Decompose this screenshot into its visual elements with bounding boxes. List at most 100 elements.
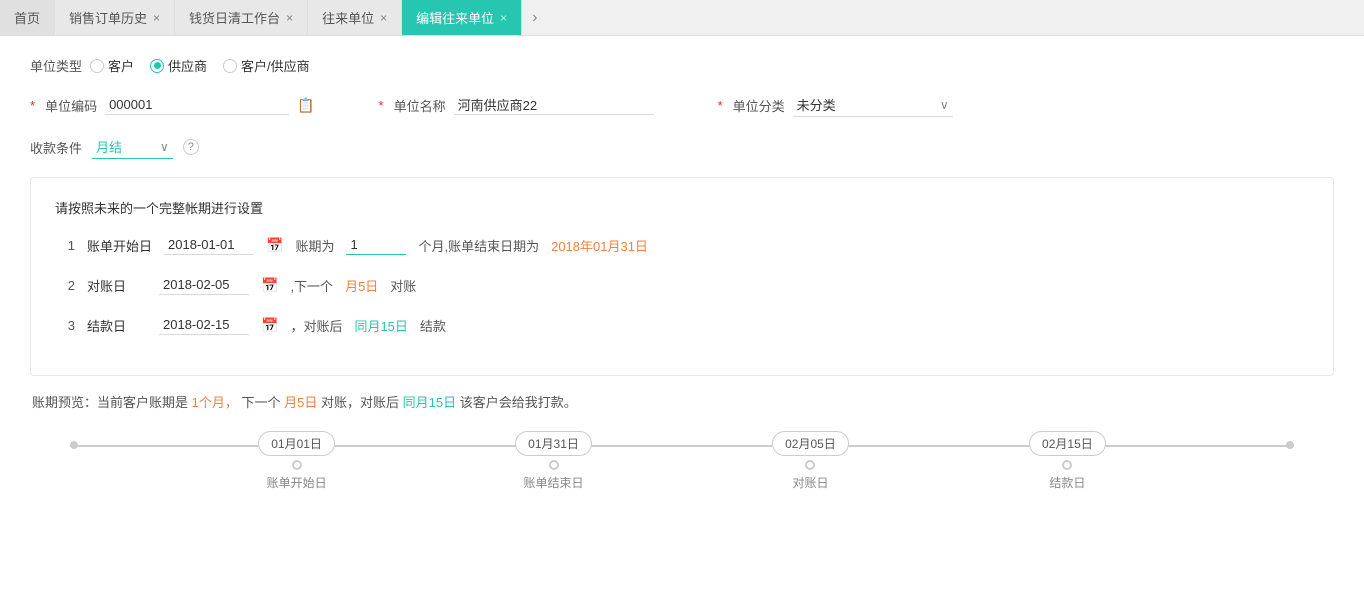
timeline-node-4-pill: 02月15日	[1029, 431, 1106, 456]
timeline-container: 01月01日 账单开始日 01月31日 账单结束日 02月05日 对账日	[30, 431, 1334, 531]
payment-help-icon[interactable]: ?	[183, 139, 199, 155]
tabs-more-button[interactable]: ›	[522, 0, 547, 35]
timeline-node-4: 02月15日 结款日	[1029, 431, 1106, 491]
tab-partner-unit-close[interactable]: ×	[380, 11, 387, 25]
period-row-3: 3 结款日 📅 ，对账后 同月15日 结款	[55, 315, 1309, 335]
help-icon-text: ?	[188, 141, 194, 153]
period-row-2-num: 2	[55, 278, 75, 293]
timeline-node-3-dot	[805, 460, 815, 470]
unit-type-field: 单位类型 客户 供应商 客户/供应商	[30, 56, 310, 75]
period-payment-date-input[interactable]	[159, 315, 249, 335]
radio-supplier-circle	[150, 59, 164, 73]
tabs-bar: 首页 销售订单历史 × 钱货日清工作台 × 往来单位 × 编辑往来单位 × ›	[0, 0, 1364, 36]
timeline-node-3-label: 对账日	[792, 474, 828, 491]
timeline-right-end	[1286, 441, 1294, 449]
tab-edit-partner-label: 编辑往来单位	[416, 8, 494, 27]
preview-month: 1个月，	[192, 395, 238, 410]
timeline-nodes: 01月01日 账单开始日 01月31日 账单结束日 02月05日 对账日	[70, 431, 1294, 491]
radio-customer-label: 客户	[108, 56, 134, 75]
payment-condition-label: 收款条件	[30, 138, 82, 157]
unit-category-required: *	[718, 98, 723, 113]
period-reconcile-calendar-icon[interactable]: 📅	[261, 277, 278, 294]
radio-customer[interactable]: 客户	[90, 56, 134, 75]
period-reconcile-date-input[interactable]	[159, 275, 249, 295]
unit-category-value: 未分类	[797, 95, 936, 114]
tab-cash-work[interactable]: 钱货日清工作台 ×	[175, 0, 308, 35]
period-row-2-post: 对账	[390, 276, 416, 295]
preview-text: 账期预览：当前客户账期是 1个月， 下一个 月5日 对账，对账后 同月15日 该…	[30, 392, 1334, 411]
payment-condition-value: 月结	[96, 137, 156, 156]
preview-reconcile-highlight: 月5日	[284, 395, 317, 410]
preview-payment-highlight: 同月15日	[403, 395, 456, 410]
radio-customer-supplier-circle	[223, 59, 237, 73]
preview-label: 账期预览：当前客户账期是	[32, 395, 188, 410]
tab-home[interactable]: 首页	[0, 0, 55, 35]
timeline-node-4-dot	[1062, 460, 1072, 470]
period-row-3-label: 结款日	[87, 316, 147, 335]
unit-category-label: 单位分类	[733, 96, 785, 115]
unit-code-field: * 单位编码 📋	[30, 95, 315, 115]
tab-sales-order-history-close[interactable]: ×	[153, 11, 160, 25]
unit-category-select[interactable]: 未分类 ∨	[793, 93, 953, 117]
timeline-right-dot	[1286, 441, 1294, 449]
unit-category-field: * 单位分类 未分类 ∨	[718, 93, 953, 117]
period-row-1-label: 账单开始日	[87, 236, 152, 255]
timeline-node-2-pill: 01月31日	[515, 431, 592, 456]
period-start-date-input[interactable]	[164, 235, 254, 255]
unit-name-required: *	[379, 98, 384, 113]
period-row-3-post: 结款	[420, 316, 446, 335]
timeline: 01月01日 账单开始日 01月31日 账单结束日 02月05日 对账日	[70, 431, 1294, 491]
tab-home-label: 首页	[14, 8, 40, 27]
period-row-2: 2 对账日 📅 ,下一个 月5日 对账	[55, 275, 1309, 295]
tab-sales-order-history-label: 销售订单历史	[69, 8, 147, 27]
timeline-left-dot	[70, 441, 78, 449]
period-payment-calendar-icon[interactable]: 📅	[261, 317, 278, 334]
payment-condition-row: 收款条件 月结 ∨ ?	[30, 135, 1334, 159]
period-end-date-highlight: 2018年01月31日	[551, 236, 648, 255]
radio-customer-circle	[90, 59, 104, 73]
tab-partner-unit[interactable]: 往来单位 ×	[308, 0, 402, 35]
timeline-node-3-pill: 02月05日	[772, 431, 849, 456]
period-row-2-prefix: ,下一个	[290, 276, 333, 295]
main-content: 单位类型 客户 供应商 客户/供应商	[0, 36, 1364, 608]
period-row-2-label: 对账日	[87, 276, 147, 295]
timeline-left-end	[70, 441, 78, 449]
radio-supplier-dot	[154, 62, 161, 69]
radio-supplier[interactable]: 供应商	[150, 56, 207, 75]
timeline-node-4-label: 结款日	[1049, 474, 1085, 491]
period-row-3-highlight: 同月15日	[354, 316, 407, 335]
unit-type-row: 单位类型 客户 供应商 客户/供应商	[30, 56, 1334, 75]
tab-edit-partner[interactable]: 编辑往来单位 ×	[402, 0, 522, 35]
tab-cash-work-label: 钱货日清工作台	[189, 8, 280, 27]
payment-condition-select[interactable]: 月结 ∨	[92, 135, 173, 159]
unit-name-field: * 单位名称	[379, 95, 654, 115]
radio-customer-supplier-label: 客户/供应商	[241, 56, 310, 75]
payment-condition-arrow-icon: ∨	[160, 140, 169, 154]
unit-name-input[interactable]	[454, 95, 654, 115]
unit-category-arrow-icon: ∨	[940, 98, 949, 112]
tab-cash-work-close[interactable]: ×	[286, 11, 293, 25]
radio-supplier-label: 供应商	[168, 56, 207, 75]
unit-info-row: * 单位编码 📋 * 单位名称 * 单位分类 未分类 ∨	[30, 93, 1334, 117]
period-start-calendar-icon[interactable]: 📅	[266, 237, 283, 254]
tabs-more-icon: ›	[532, 9, 537, 27]
unit-type-radio-group: 客户 供应商 客户/供应商	[90, 56, 310, 75]
unit-code-label: 单位编码	[45, 96, 97, 115]
unit-code-calendar-icon[interactable]: 📋	[297, 97, 314, 114]
period-row-3-num: 3	[55, 318, 75, 333]
timeline-node-2-dot	[549, 460, 559, 470]
tab-sales-order-history[interactable]: 销售订单历史 ×	[55, 0, 175, 35]
timeline-node-2-label: 账单结束日	[524, 474, 584, 491]
period-row-1-prefix: 账期为	[295, 236, 334, 255]
period-row-2-highlight: 月5日	[345, 276, 378, 295]
preview-reconcile-prefix: 下一个	[242, 395, 281, 410]
unit-code-input[interactable]	[105, 95, 289, 115]
period-month-input[interactable]	[346, 235, 406, 255]
timeline-node-2: 01月31日 账单结束日	[515, 431, 592, 491]
unit-code-required: *	[30, 98, 35, 113]
tab-edit-partner-close[interactable]: ×	[500, 11, 507, 25]
period-row-1: 1 账单开始日 📅 账期为 个月,账单结束日期为 2018年01月31日	[55, 235, 1309, 255]
radio-customer-supplier[interactable]: 客户/供应商	[223, 56, 310, 75]
preview-reconcile-suffix: 对账，对账后	[321, 395, 399, 410]
timeline-node-1-label: 账单开始日	[267, 474, 327, 491]
